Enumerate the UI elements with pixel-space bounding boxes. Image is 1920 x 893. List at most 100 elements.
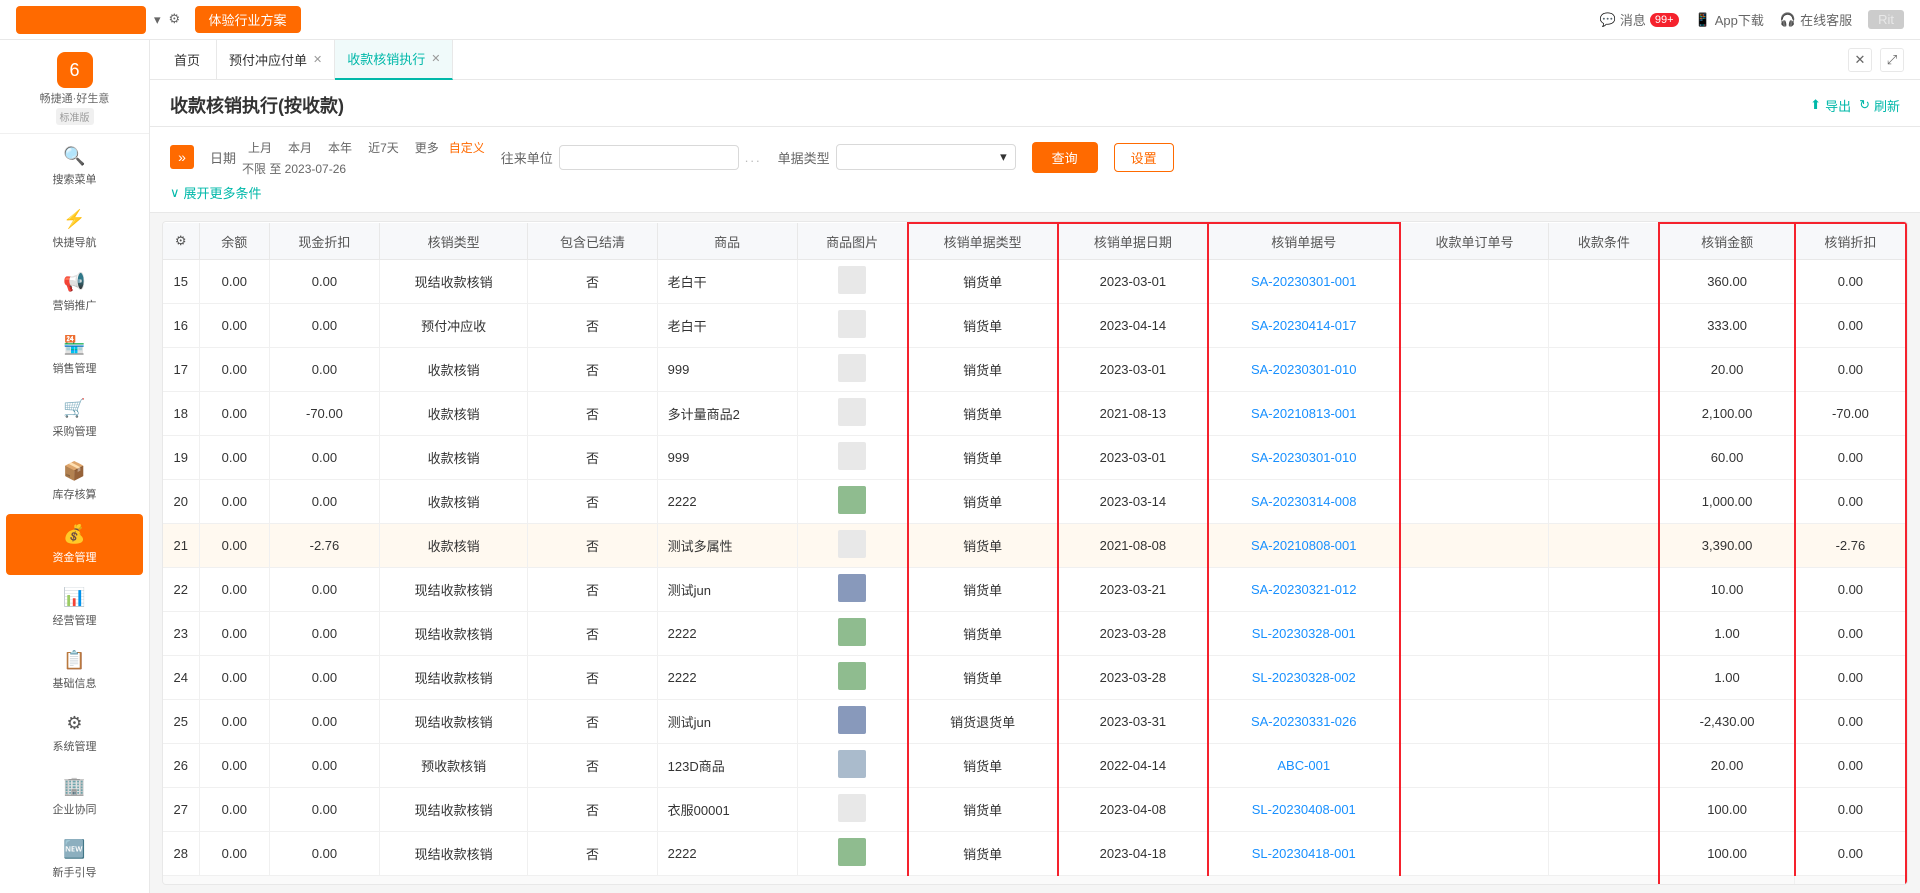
voucher-no-link[interactable]: SA-20230414-017 (1251, 318, 1357, 333)
cell-balance: 0.00 (199, 392, 270, 436)
cell-balance: 0.00 (199, 612, 270, 656)
sidebar-item-inventory[interactable]: 📦库存核算 (6, 451, 143, 512)
voucher-no-link[interactable]: SA-20210813-001 (1251, 406, 1357, 421)
cell-balance: 0.00 (199, 480, 270, 524)
quicknav-icon: ⚡ (63, 209, 85, 230)
sidebar-item-business[interactable]: 📊经营管理 (6, 577, 143, 638)
app-download-link[interactable]: 📱 App下载 (1695, 10, 1764, 29)
refresh-icon: ↻ (1859, 97, 1870, 113)
voucher-no-link[interactable]: SA-20230331-026 (1251, 714, 1357, 729)
voucher-no-link[interactable]: SA-20210808-001 (1251, 538, 1357, 553)
vouchertype-select[interactable]: ▾ (836, 144, 1016, 170)
promo-button[interactable]: 体验行业方案 (195, 6, 301, 33)
tab-collection[interactable]: 收款核销执行 ✕ (335, 40, 453, 80)
tab-expand-btn[interactable]: ⤢ (1880, 48, 1904, 72)
tab-bar: 首页 预付冲应付单 ✕ 收款核销执行 ✕ ✕ ⤢ (150, 40, 1920, 80)
counterparty-input[interactable] (559, 145, 739, 170)
voucher-no-link[interactable]: SA-20230301-010 (1251, 450, 1357, 465)
total-cancel-amount: 40,556,66... (1659, 876, 1794, 886)
tab-collection-close[interactable]: ✕ (431, 52, 440, 65)
cell-rownum: 24 (163, 656, 199, 700)
cell-cancel-discount: 0.00 (1795, 700, 1906, 744)
voucher-no-link[interactable]: SL-20230328-001 (1252, 626, 1356, 641)
cell-voucher-no: SA-20230414-017 (1208, 304, 1400, 348)
dropdown-btn[interactable]: ▾ (154, 12, 161, 28)
date-this-month-btn[interactable]: 本月 (282, 137, 318, 158)
tab-home[interactable]: 首页 (158, 40, 217, 80)
message-icon: 💬 (1600, 12, 1616, 28)
search-label: 搜索菜单 (53, 171, 97, 187)
cell-include-settled: 否 (528, 788, 657, 832)
sales-icon: 🏪 (63, 335, 85, 356)
cell-cash-discount: -2.76 (270, 524, 380, 568)
cell-cancel-type: 收款核销 (379, 348, 528, 392)
gear-icon[interactable]: ⚙ (169, 11, 187, 29)
query-button[interactable]: 查询 (1032, 142, 1098, 173)
sidebar-item-basic[interactable]: 📋基础信息 (6, 640, 143, 701)
refresh-button[interactable]: ↻ 刷新 (1859, 96, 1900, 115)
sidebar-item-search[interactable]: 🔍搜索菜单 (6, 136, 143, 197)
cell-cancel-discount: 0.00 (1795, 788, 1906, 832)
filter-expand-btn[interactable]: ∨ 展开更多条件 (170, 183, 1900, 202)
col-cancel-type: 核销类型 (379, 223, 528, 260)
date-custom-btn[interactable]: 自定义 (449, 139, 485, 156)
cell-receipt-condition (1549, 348, 1659, 392)
cell-cancel-discount: -70.00 (1795, 392, 1906, 436)
product-image (838, 574, 866, 602)
message-link[interactable]: 💬 消息 99+ (1600, 10, 1679, 29)
dropdown-icon: ▾ (154, 12, 161, 28)
logo-placeholder (16, 6, 146, 34)
brand-name: 畅捷通·好生意 (40, 90, 110, 106)
marketing-icon: 📢 (63, 272, 85, 293)
counterparty-label: 往来单位 (501, 148, 553, 167)
export-button[interactable]: ⬆ 导出 (1810, 96, 1851, 115)
sidebar-item-corp[interactable]: 🏢企业协同 (6, 766, 143, 827)
service-link[interactable]: 🎧 在线客服 (1780, 10, 1852, 29)
filter-toggle-btn[interactable]: » (170, 145, 194, 169)
date-7days-btn[interactable]: 近7天 (362, 137, 405, 158)
sidebar-item-marketing[interactable]: 📢营销推广 (6, 262, 143, 323)
date-this-year-btn[interactable]: 本年 (322, 137, 358, 158)
tab-prepay[interactable]: 预付冲应付单 ✕ (217, 40, 335, 80)
cell-balance: 0.00 (199, 436, 270, 480)
sidebar-item-guide[interactable]: 🆕新手引导 (6, 829, 143, 890)
tab-prepay-close[interactable]: ✕ (313, 53, 322, 66)
voucher-no-link[interactable]: SL-20230408-001 (1252, 802, 1356, 817)
cell-product-img (797, 480, 907, 524)
cell-rownum: 22 (163, 568, 199, 612)
voucher-no-link[interactable]: ABC-001 (1277, 758, 1330, 773)
guide-icon: 🆕 (63, 839, 85, 860)
table-row: 19 0.00 0.00 收款核销 否 999 销货单 2023-03-01 S… (163, 436, 1906, 480)
date-last-month-btn[interactable]: 上月 (242, 137, 278, 158)
export-icon: ⬆ (1810, 97, 1821, 113)
voucher-no-link[interactable]: SA-20230301-001 (1251, 274, 1357, 289)
cell-receipt-condition (1549, 480, 1659, 524)
voucher-no-link[interactable]: SA-20230321-012 (1251, 582, 1357, 597)
table-row: 24 0.00 0.00 现结收款核销 否 2222 销货单 2023-03-2… (163, 656, 1906, 700)
voucher-no-link[interactable]: SA-20230314-008 (1251, 494, 1357, 509)
cell-cash-discount: 0.00 (270, 788, 380, 832)
voucher-no-link[interactable]: SL-20230328-002 (1252, 670, 1356, 685)
tab-close-all-btn[interactable]: ✕ (1848, 48, 1872, 72)
table-row: 23 0.00 0.00 现结收款核销 否 2222 销货单 2023-03-2… (163, 612, 1906, 656)
date-more-btn[interactable]: 更多 (409, 137, 445, 158)
sidebar-item-purchase[interactable]: 🛒采购管理 (6, 388, 143, 449)
table-row: 21 0.00 -2.76 收款核销 否 测试多属性 销货单 2021-08-0… (163, 524, 1906, 568)
voucher-no-link[interactable]: SA-20230301-010 (1251, 362, 1357, 377)
cell-cancel-discount: 0.00 (1795, 744, 1906, 788)
cell-cancel-discount: 0.00 (1795, 480, 1906, 524)
cell-cancel-amount: 100.00 (1659, 788, 1794, 832)
sidebar-item-sales[interactable]: 🏪销售管理 (6, 325, 143, 386)
sidebar-item-quicknav[interactable]: ⚡快捷导航 (6, 199, 143, 260)
cell-voucher-date: 2021-08-13 (1058, 392, 1208, 436)
cell-receipt-order (1400, 568, 1549, 612)
date-label: 日期 (210, 148, 236, 167)
cell-cancel-type: 现结收款核销 (379, 568, 528, 612)
sidebar-item-finance[interactable]: 💰资金管理 (6, 514, 143, 575)
cell-receipt-order (1400, 612, 1549, 656)
sidebar-item-system[interactable]: ⚙系统管理 (6, 703, 143, 764)
voucher-no-link[interactable]: SL-20230418-001 (1252, 846, 1356, 861)
settings-button[interactable]: 设置 (1114, 143, 1174, 172)
cell-cash-discount: 0.00 (270, 260, 380, 304)
table-area[interactable]: ⚙ 余额 现金折扣 核销类型 包含已结清 商品 商品图片 核销单据类型 核销单据… (162, 221, 1908, 885)
